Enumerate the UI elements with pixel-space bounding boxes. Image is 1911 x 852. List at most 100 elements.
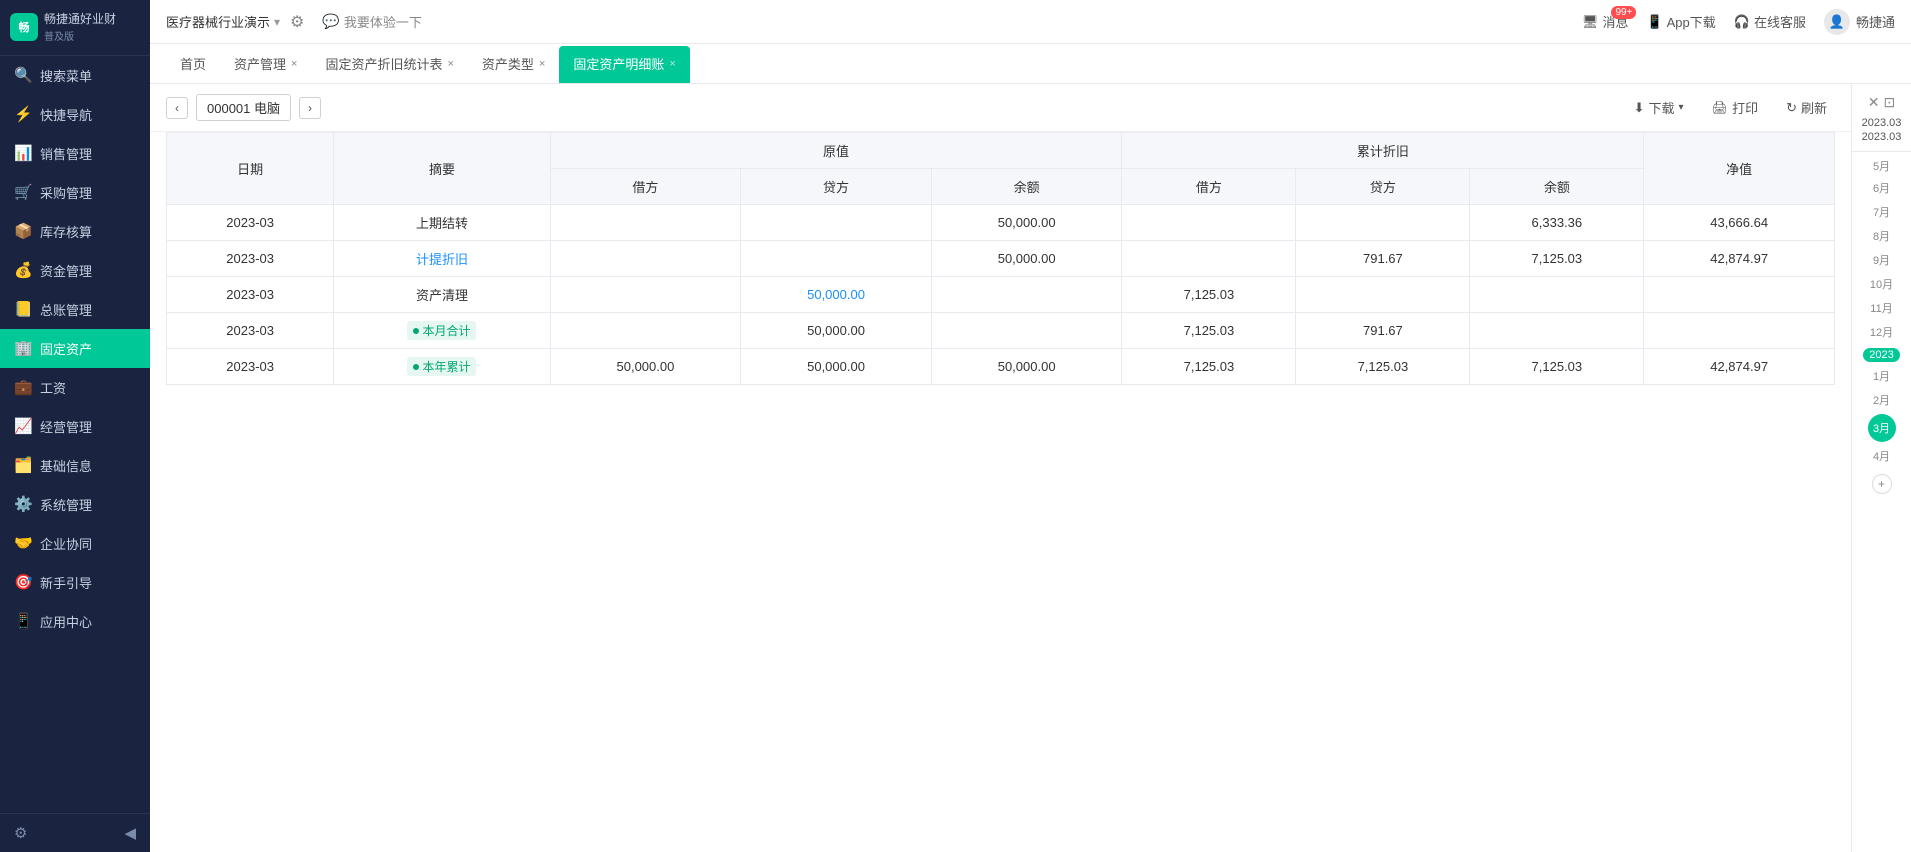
- row3-orig-balance: [931, 277, 1122, 313]
- sidebar: 畅 畅捷通好业财 普及版 🔍 搜索菜单 ⚡ 快捷导航 📊 销售管理 🛒 采购管理…: [0, 0, 150, 852]
- row2-net-value: 42,874.97: [1644, 241, 1835, 277]
- tab-asset-type[interactable]: 资产类型 ×: [468, 46, 559, 83]
- sidebar-settings-icon[interactable]: ⚙: [14, 824, 27, 842]
- tab-asset-detail[interactable]: 固定资产明细账 ×: [559, 46, 689, 83]
- refresh-label: 刷新: [1801, 98, 1827, 117]
- th-original-value: 原值: [550, 133, 1122, 169]
- tabbar: 首页 资产管理 × 固定资产折旧统计表 × 资产类型 × 固定资产明细账 ×: [150, 44, 1911, 84]
- tab-home[interactable]: 首页: [166, 46, 220, 83]
- avatar: 👤: [1824, 9, 1850, 35]
- panel-toolbar: ‹ 000001 电脑 › ⬇ 下载 ▾ 🖨 打印 ↻ 刷新: [150, 84, 1851, 132]
- row1-orig-balance: 50,000.00: [931, 205, 1122, 241]
- timeline-month-2[interactable]: 2月: [1869, 388, 1894, 412]
- th-net-value: 净值: [1644, 133, 1835, 205]
- sidebar-label-fixed-assets: 固定资产: [40, 339, 92, 358]
- timeline-month-12[interactable]: 12月: [1866, 320, 1897, 344]
- company-dropdown-icon: ▾: [274, 15, 280, 29]
- timeline-month-5[interactable]: 5月: [1869, 152, 1894, 176]
- timeline-expand-btn[interactable]: +: [1872, 474, 1892, 494]
- experience-text: 我要体验一下: [344, 12, 422, 31]
- row5-accum-balance: 7,125.03: [1470, 349, 1644, 385]
- topbar-settings-icon[interactable]: ⚙: [290, 12, 304, 32]
- tab-asset-mgmt-close[interactable]: ×: [291, 58, 297, 70]
- row3-orig-debit: [550, 277, 741, 313]
- nav-next-btn[interactable]: ›: [299, 97, 321, 119]
- messages-btn[interactable]: 🖥 消息 99+: [1582, 12, 1629, 31]
- asset-detail-table: 日期 摘要 原值 累计折旧 净值 借方 贷方 余额 借方 贷方 余额: [166, 132, 1835, 385]
- sidebar-label-inventory: 库存核算: [40, 222, 92, 241]
- experience-btn[interactable]: 💬 我要体验一下: [322, 12, 421, 31]
- row1-orig-credit: [741, 205, 932, 241]
- app-download-icon: 📱: [1646, 14, 1662, 30]
- sidebar-item-system[interactable]: ⚙️ 系统管理: [0, 485, 150, 524]
- timeline-close-icon[interactable]: ✕: [1868, 94, 1880, 111]
- logo-icon: 畅: [10, 13, 38, 41]
- timeline-month-11[interactable]: 11月: [1866, 296, 1896, 320]
- tab-asset-mgmt[interactable]: 资产管理 ×: [220, 46, 311, 83]
- app-download-btn[interactable]: 📱 App下载: [1646, 12, 1715, 31]
- th-accum-credit: 贷方: [1296, 169, 1470, 205]
- th-date: 日期: [167, 133, 334, 205]
- month-total-tag: 本月合计: [407, 321, 476, 340]
- print-btn[interactable]: 🖨 打印: [1704, 94, 1767, 121]
- table-wrapper: 日期 摘要 原值 累计折旧 净值 借方 贷方 余额 借方 贷方 余额: [150, 132, 1851, 852]
- sidebar-item-collab[interactable]: 🤝 企业协同: [0, 524, 150, 563]
- sidebar-item-appstore[interactable]: 📱 应用中心: [0, 602, 150, 641]
- timeline-month-6[interactable]: 6月: [1869, 176, 1894, 200]
- table-row: 2023-03 本年累计 50,000.00 50,000.00 50,000.…: [167, 349, 1835, 385]
- sidebar-item-operations[interactable]: 📈 经营管理: [0, 407, 150, 446]
- sidebar-item-inventory[interactable]: 📦 库存核算: [0, 212, 150, 251]
- row5-orig-debit: 50,000.00: [550, 349, 741, 385]
- search-icon: 🔍: [14, 66, 32, 84]
- sidebar-label-search: 搜索菜单: [40, 66, 92, 85]
- refresh-btn[interactable]: ↻ 刷新: [1778, 94, 1835, 121]
- tab-depreciation[interactable]: 固定资产折旧统计表 ×: [311, 46, 467, 83]
- timeline-expand-icon[interactable]: ⊡: [1884, 94, 1896, 111]
- sidebar-item-guide[interactable]: 🎯 新手引导: [0, 563, 150, 602]
- timeline-month-10[interactable]: 10月: [1866, 272, 1897, 296]
- sidebar-label-quicknav: 快捷导航: [40, 105, 92, 124]
- timeline-month-4[interactable]: 4月: [1869, 444, 1894, 468]
- sidebar-item-search[interactable]: 🔍 搜索菜单: [0, 56, 150, 95]
- tab-asset-detail-label: 固定资产明细账: [573, 54, 664, 73]
- table-row: 2023-03 计提折旧 50,000.00 791.67 7,125.03 4…: [167, 241, 1835, 277]
- timeline-top-actions: ✕ ⊡: [1868, 94, 1895, 111]
- th-orig-balance: 余额: [931, 169, 1122, 205]
- sidebar-item-basic[interactable]: 🗂️ 基础信息: [0, 446, 150, 485]
- sidebar-item-sales[interactable]: 📊 销售管理: [0, 134, 150, 173]
- company-selector[interactable]: 医疗器械行业演示 ▾: [166, 12, 280, 31]
- nav-prev-btn[interactable]: ‹: [166, 97, 188, 119]
- sidebar-collapse-icon[interactable]: ◀: [124, 824, 136, 842]
- table-row: 2023-03 本月合计 50,000.00 7,125.03: [167, 313, 1835, 349]
- timeline-month-9[interactable]: 9月: [1869, 248, 1894, 272]
- timeline-month-8[interactable]: 8月: [1869, 224, 1894, 248]
- sidebar-item-purchase[interactable]: 🛒 采购管理: [0, 173, 150, 212]
- row4-orig-debit: [550, 313, 741, 349]
- tab-asset-detail-close[interactable]: ×: [669, 58, 675, 70]
- sidebar-item-finance[interactable]: 💰 资金管理: [0, 251, 150, 290]
- customer-service-label: 在线客服: [1754, 12, 1806, 31]
- timeline-month-1[interactable]: 1月: [1869, 364, 1894, 388]
- row2-accum-balance: 7,125.03: [1470, 241, 1644, 277]
- tab-asset-type-close[interactable]: ×: [539, 58, 545, 70]
- row3-summary: 资产清理: [334, 277, 550, 313]
- sidebar-item-ledger[interactable]: 📒 总账管理: [0, 290, 150, 329]
- timeline-header: ✕ ⊡ 2023.03 2023.03: [1852, 90, 1911, 152]
- row5-accum-credit: 7,125.03: [1296, 349, 1470, 385]
- row4-accum-debit: 7,125.03: [1122, 313, 1296, 349]
- tag-label: 本月合计: [422, 322, 470, 339]
- tab-depreciation-label: 固定资产折旧统计表: [325, 54, 442, 73]
- download-btn[interactable]: ⬇ 下载 ▾: [1626, 94, 1692, 121]
- sidebar-item-fixed-assets[interactable]: 🏢 固定资产: [0, 329, 150, 368]
- timeline-month-7[interactable]: 7月: [1869, 200, 1894, 224]
- tab-depreciation-close[interactable]: ×: [447, 58, 453, 70]
- user-avatar[interactable]: 👤 畅捷通: [1824, 9, 1895, 35]
- table-row: 2023-03 资产清理 50,000.00 7,125.03: [167, 277, 1835, 313]
- timeline-month-3-active[interactable]: 3月: [1868, 414, 1896, 442]
- row2-accum-credit: 791.67: [1296, 241, 1470, 277]
- row1-accum-debit: [1122, 205, 1296, 241]
- sidebar-item-quicknav[interactable]: ⚡ 快捷导航: [0, 95, 150, 134]
- print-icon: 🖨: [1712, 100, 1729, 116]
- sidebar-item-salary[interactable]: 💼 工资: [0, 368, 150, 407]
- customer-service-btn[interactable]: 🎧 在线客服: [1734, 12, 1806, 31]
